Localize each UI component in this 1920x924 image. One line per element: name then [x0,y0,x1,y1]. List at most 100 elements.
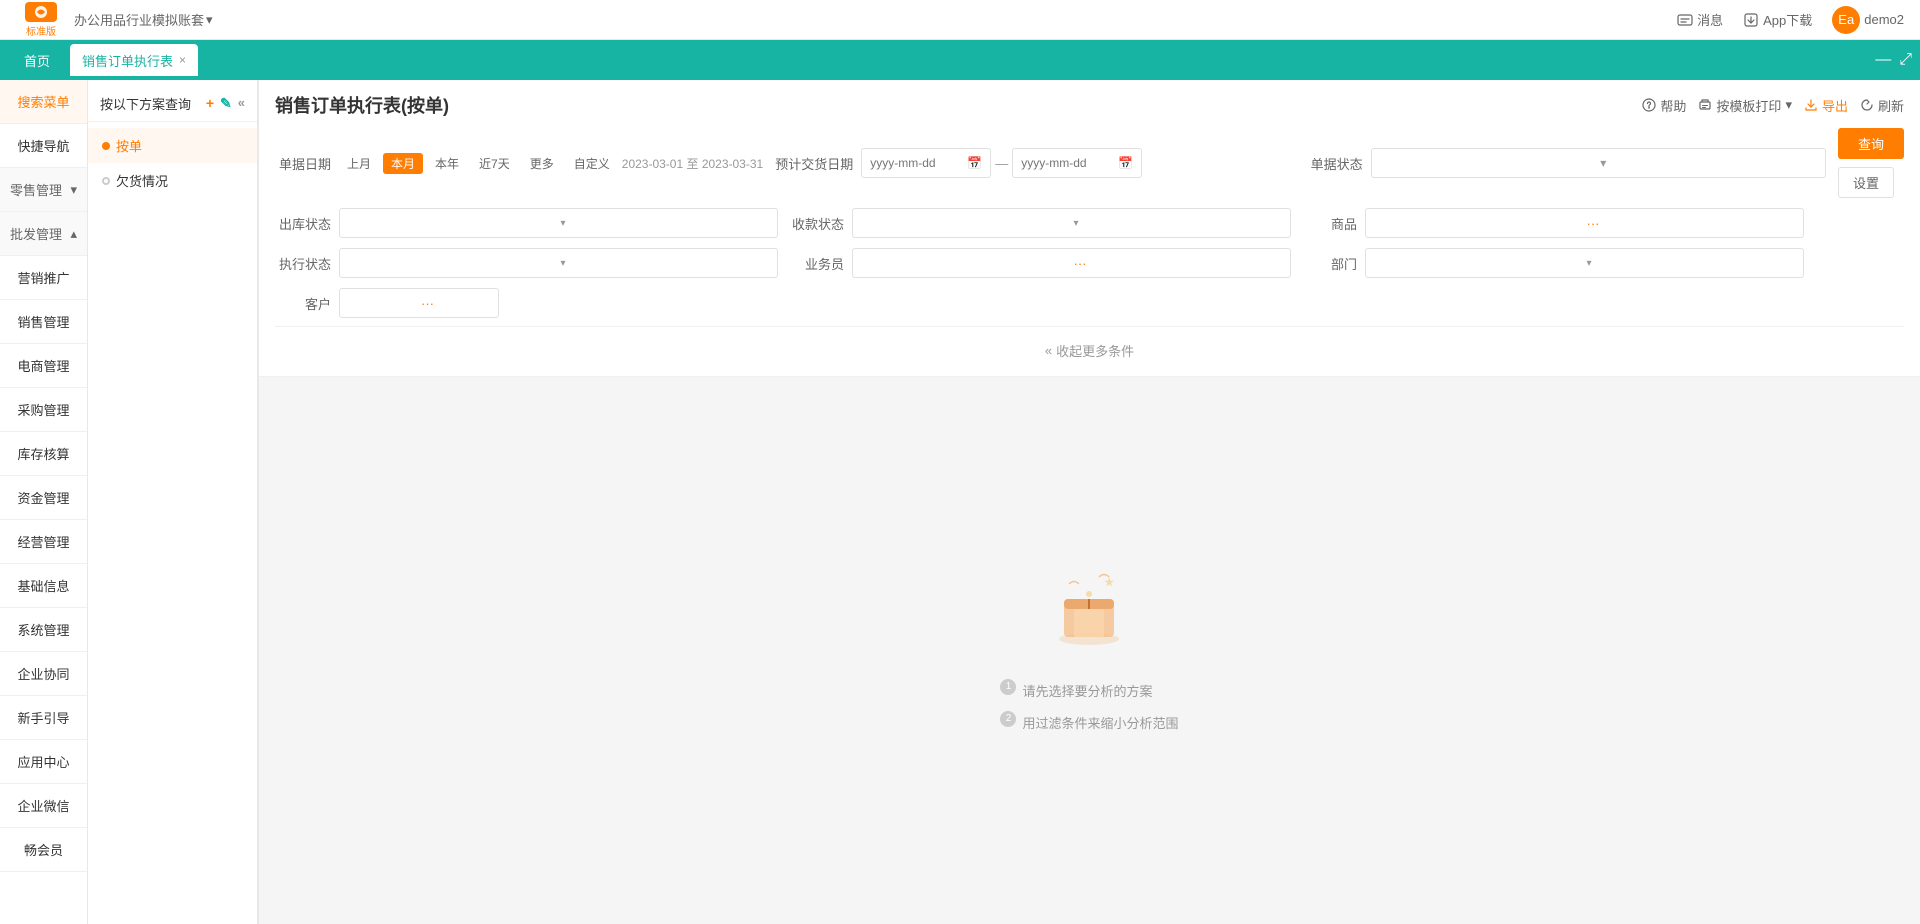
scheme-label-order: 按单 [116,136,142,155]
expected-date-inputs: 📅 — 📅 [861,148,1142,178]
tab-sales-execution[interactable]: 销售订单执行表 × [70,44,198,76]
logo-text: 标准版 [26,23,56,38]
filter-doc-status-field: 单据状态 ▾ [1307,148,1826,178]
sidebar-quick-nav[interactable]: 快捷导航 [0,124,87,168]
date-options: 上月 本月 本年 近7天 更多 自定义 2023-03-01 至 2023-03… [339,153,763,174]
scheme-label-shortage: 欠货情况 [116,171,168,190]
tab-close-icon[interactable]: × [179,53,186,67]
dept-select[interactable]: ▾ [1365,248,1804,278]
filter-dept-field: 部门 ▾ [1301,248,1804,278]
sidebar-search[interactable]: 搜索菜单 [0,80,87,124]
date-btn-custom[interactable]: 自定义 [566,153,618,174]
sidebar-item-purchase[interactable]: 采购管理 [0,388,87,432]
date-separator: — [995,156,1008,171]
sidebar-item-basic[interactable]: 基础信息 [0,564,87,608]
avatar: Ea [1832,6,1860,34]
doc-status-label: 单据状态 [1307,154,1363,173]
collapse-more-btn[interactable]: « 收起更多条件 [1045,333,1134,368]
export-btn[interactable]: 导出 [1804,96,1848,115]
shipment-label: 出库状态 [275,214,331,233]
tab-expand-btn[interactable]: ⤢ [1899,51,1912,69]
date-btn-this-month[interactable]: 本月 [383,153,423,174]
customer-more-icon: ··· [421,296,490,311]
filter-action-buttons: 查询 设置 [1838,128,1904,198]
main-layout: 搜索菜单 快捷导航 零售管理 ▾ 批发管理 ▴ 营销推广 销售管理 电商管理 采… [0,80,1920,924]
sidebar-item-wholesale[interactable]: 批发管理 ▴ [0,212,87,256]
expected-date-end-input[interactable] [1021,156,1118,170]
exec-status-select[interactable]: ▾ [339,248,778,278]
filter-expected-date-field: 预计交货日期 📅 — 📅 [775,148,1294,178]
date-btn-7days[interactable]: 近7天 [471,153,518,174]
tab-home[interactable]: 首页 [8,44,66,76]
help-btn[interactable]: 帮助 [1642,96,1686,115]
sidebar-item-finance[interactable]: 资金管理 [0,476,87,520]
product-more-icon: ··· [1587,216,1796,231]
user-name: demo2 [1864,12,1904,27]
search-menu-label: 搜索菜单 [17,92,69,111]
filter-exec-status-field: 执行状态 ▾ [275,248,778,278]
product-label: 商品 [1301,214,1357,233]
sidebar-item-wechat[interactable]: 企业微信 [0,784,87,828]
sidebar-item-newbie[interactable]: 新手引导 [0,696,87,740]
empty-step-2: 2 用过滤条件来缩小分析范围 [1000,711,1178,735]
scheme-item-shortage[interactable]: 欠货情况 [88,163,257,198]
refresh-btn[interactable]: 刷新 [1860,96,1904,115]
app-name-text: 办公用品行业模拟账套 [74,10,204,29]
message-label: 消息 [1697,10,1723,29]
empty-steps: 1 请先选择要分析的方案 2 用过滤条件来缩小分析范围 [1000,679,1178,743]
filter-customer-field: 客户 ··· [275,288,499,318]
shipment-select[interactable]: ▾ [339,208,778,238]
sidebar-item-system[interactable]: 系统管理 [0,608,87,652]
collapse-label: 收起更多条件 [1056,341,1134,360]
date-btn-last-month[interactable]: 上月 [339,153,379,174]
search-button[interactable]: 查询 [1838,128,1904,159]
product-select[interactable]: ··· [1365,208,1804,238]
print-btn[interactable]: 按模板打印 ▾ [1698,96,1792,115]
edit-scheme-btn[interactable]: ✎ [220,95,232,112]
expected-date-end[interactable]: 📅 [1012,148,1142,178]
date-btn-more[interactable]: 更多 [522,153,562,174]
page-actions: 帮助 按模板打印 ▾ 导出 刷新 [1642,96,1904,115]
tab-label: 销售订单执行表 [82,51,173,70]
page-title: 销售订单执行表(按单) [275,92,449,118]
sidebar-item-operation[interactable]: 经营管理 [0,520,87,564]
doc-status-caret: ▾ [1600,156,1817,170]
payment-caret: ▾ [1074,218,1283,229]
top-bar-right: 消息 App下载 Ea demo2 [1677,6,1904,34]
payment-select[interactable]: ▾ [852,208,1291,238]
expected-date-start[interactable]: 📅 [861,148,991,178]
collapse-panel-btn[interactable]: « [238,95,245,112]
quick-nav-label: 快捷导航 [17,136,69,155]
app-download-btn[interactable]: App下载 [1743,10,1812,29]
expected-date-start-input[interactable] [870,156,967,170]
tab-bar: 首页 销售订单执行表 × — ⤢ [0,40,1920,80]
customer-select[interactable]: ··· [339,288,499,318]
scheme-item-by-order[interactable]: 按单 [88,128,257,163]
doc-status-select[interactable]: ▾ [1371,148,1826,178]
filter-payment-field: 收款状态 ▾ [788,208,1291,238]
tab-minimize-btn[interactable]: — [1875,51,1891,69]
sidebar-item-ecommerce[interactable]: 电商管理 [0,344,87,388]
message-btn[interactable]: 消息 [1677,10,1723,29]
sidebar-item-member[interactable]: 畅会员 [0,828,87,872]
tab-bar-right: — ⤢ [1875,51,1912,69]
dropdown-arrow: ▾ [206,12,213,28]
filter-shipment-field: 出库状态 ▾ [275,208,778,238]
exec-caret: ▾ [561,258,770,269]
date-btn-this-year[interactable]: 本年 [427,153,467,174]
sidebar-item-inventory[interactable]: 库存核算 [0,432,87,476]
sidebar-item-marketing[interactable]: 营销推广 [0,256,87,300]
sidebar-item-retail[interactable]: 零售管理 ▾ [0,168,87,212]
add-scheme-btn[interactable]: + [206,95,214,112]
sidebar-item-sales[interactable]: 销售管理 [0,300,87,344]
page-header: 销售订单执行表(按单) 帮助 按模板打印 ▾ [275,92,1904,118]
logo: 标准版 [16,2,66,38]
user-profile[interactable]: Ea demo2 [1832,6,1904,34]
salesperson-select[interactable]: ··· [852,248,1291,278]
content-right: 销售订单执行表(按单) 帮助 按模板打印 ▾ [259,80,1920,924]
sidebar-item-appstore[interactable]: 应用中心 [0,740,87,784]
setting-button[interactable]: 设置 [1838,167,1894,198]
sidebar-item-enterprise[interactable]: 企业协同 [0,652,87,696]
app-name-dropdown[interactable]: 办公用品行业模拟账套 ▾ [74,10,213,29]
empty-state: 1 请先选择要分析的方案 2 用过滤条件来缩小分析范围 [1000,499,1178,803]
